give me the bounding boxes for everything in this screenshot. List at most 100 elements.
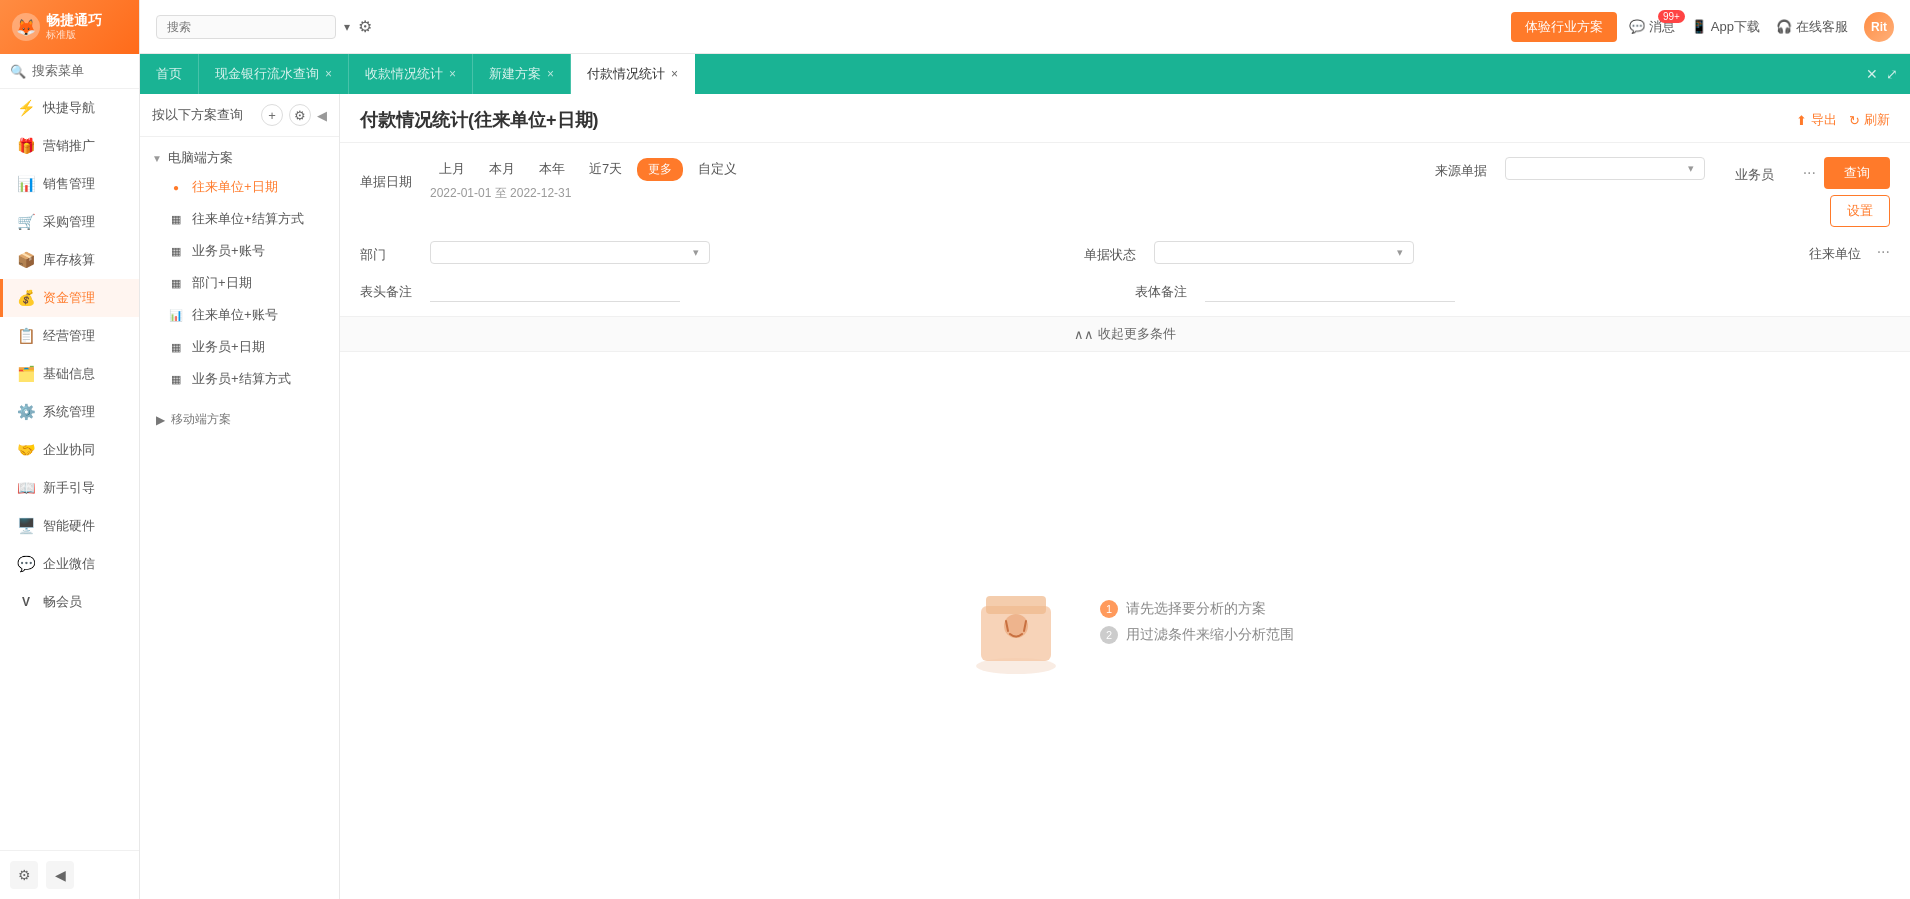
sidebar-item-guide[interactable]: 📖 新手引导 <box>0 469 139 507</box>
tab-home[interactable]: 首页 <box>140 54 199 94</box>
sidebar-collapse-icon[interactable]: ◀ <box>46 861 74 889</box>
refresh-button[interactable]: ↻ 刷新 <box>1849 111 1890 129</box>
scheme-panel: 按以下方案查询 + ⚙ ◀ ▼ 电脑端方案 ● 往来单位+日期 ▦ <box>140 94 340 899</box>
notifications-badge: 99+ <box>1658 10 1685 23</box>
date-btn-last-month[interactable]: 上月 <box>430 157 474 181</box>
user-avatar[interactable]: Rit <box>1864 12 1894 42</box>
sidebar-item-label: 畅会员 <box>43 593 82 611</box>
tab-payment[interactable]: 付款情况统计 × <box>571 54 695 94</box>
scheme-item-label: 业务员+账号 <box>192 242 265 260</box>
scheme-header-actions: + ⚙ ◀ <box>261 104 327 126</box>
tab-maximize-icon[interactable]: ⤢ <box>1886 66 1898 82</box>
header-gear-icon[interactable]: ⚙ <box>358 17 372 36</box>
sidebar-item-cooperation[interactable]: 🤝 企业协同 <box>0 431 139 469</box>
sidebar-settings-icon[interactable]: ⚙ <box>10 861 38 889</box>
scheme-item-staff-date[interactable]: ▦ 业务员+日期 <box>140 331 339 363</box>
desktop-group-title[interactable]: ▼ 电脑端方案 <box>140 145 339 171</box>
date-btn-this-year[interactable]: 本年 <box>530 157 574 181</box>
scheme-item-counterpart-settle[interactable]: ▦ 往来单位+结算方式 <box>140 203 339 235</box>
header-dropdown-arrow[interactable]: ▾ <box>344 20 350 34</box>
page-header: 付款情况统计(往来单位+日期) ⬆ 导出 ↻ 刷新 <box>340 94 1910 143</box>
tab-new-scheme[interactable]: 新建方案 × <box>473 54 571 94</box>
counterpart-ellipsis[interactable]: ··· <box>1877 243 1890 261</box>
tab-receipt[interactable]: 收款情况统计 × <box>349 54 473 94</box>
bank-tab-close[interactable]: × <box>325 67 332 81</box>
mobile-group-title[interactable]: ▶ 移动端方案 <box>140 407 339 432</box>
search-menu[interactable]: 🔍 搜索菜单 <box>0 54 139 89</box>
settings-button[interactable]: 设置 <box>1830 195 1890 227</box>
sidebar-item-hardware[interactable]: 🖥️ 智能硬件 <box>0 507 139 545</box>
sidebar-item-label: 新手引导 <box>43 479 95 497</box>
date-btn-more[interactable]: 更多 <box>637 158 683 181</box>
main-content: ▾ ⚙ 体验行业方案 💬 消息 99+ 📱 App下载 🎧 在线客服 Rit 首… <box>140 0 1910 899</box>
collapse-bar: ∧∧ 收起更多条件 <box>340 317 1910 352</box>
date-btn-7days[interactable]: 近7天 <box>580 157 631 181</box>
new-scheme-tab-label: 新建方案 <box>489 65 541 83</box>
cooperation-icon: 🤝 <box>17 441 35 459</box>
sidebar-item-basic[interactable]: 🗂️ 基础信息 <box>0 355 139 393</box>
sidebar-item-wechat[interactable]: 💬 企业微信 <box>0 545 139 583</box>
receipt-tab-label: 收款情况统计 <box>365 65 443 83</box>
sidebar-item-system[interactable]: ⚙️ 系统管理 <box>0 393 139 431</box>
voucher-status-select[interactable]: ▾ <box>1154 241 1414 264</box>
header-search-input[interactable] <box>156 15 336 39</box>
date-range-display: 2022-01-01 至 2022-12-31 <box>430 185 746 202</box>
scheme-item-dept-date[interactable]: ▦ 部门+日期 <box>140 267 339 299</box>
top-header: ▾ ⚙ 体验行业方案 💬 消息 99+ 📱 App下载 🎧 在线客服 Rit <box>140 0 1910 54</box>
scheme-item-staff-settle[interactable]: ▦ 业务员+结算方式 <box>140 363 339 395</box>
online-service-item[interactable]: 🎧 在线客服 <box>1776 18 1848 36</box>
scheme-add-button[interactable]: + <box>261 104 283 126</box>
scheme-collapse-button[interactable]: ◀ <box>317 108 327 123</box>
table-body-note-input[interactable] <box>1205 278 1455 302</box>
sidebar-item-label: 快捷导航 <box>43 99 95 117</box>
scheme-item-counterpart-date[interactable]: ● 往来单位+日期 <box>140 171 339 203</box>
empty-step-2: 2 用过滤条件来缩小分析范围 <box>1100 626 1294 644</box>
empty-illustration <box>956 576 1076 676</box>
sidebar-item-purchase[interactable]: 🛒 采购管理 <box>0 203 139 241</box>
sidebar-item-marketing[interactable]: 🎁 营销推广 <box>0 127 139 165</box>
receipt-tab-close[interactable]: × <box>449 67 456 81</box>
tab-close-all-icon[interactable]: ✕ <box>1866 66 1878 82</box>
sidebar-item-operations[interactable]: 📋 经营管理 <box>0 317 139 355</box>
sidebar-bottom: ⚙ ◀ <box>0 850 139 899</box>
header-breadcrumb: ▾ ⚙ <box>156 15 1499 39</box>
quicknav-icon: ⚡ <box>17 99 35 117</box>
scheme-settings-button[interactable]: ⚙ <box>289 104 311 126</box>
search-menu-label: 搜索菜单 <box>32 62 84 80</box>
content-area: 按以下方案查询 + ⚙ ◀ ▼ 电脑端方案 ● 往来单位+日期 ▦ <box>140 94 1910 899</box>
scheme-item-counterpart-account[interactable]: 📊 往来单位+账号 <box>140 299 339 331</box>
basic-icon: 🗂️ <box>17 365 35 383</box>
scheme-item-label: 往来单位+账号 <box>192 306 278 324</box>
tab-bar: 首页 现金银行流水查询 × 收款情况统计 × 新建方案 × 付款情况统计 × ✕… <box>140 54 1910 94</box>
sidebar-item-vip[interactable]: V 畅会员 <box>0 583 139 621</box>
export-button[interactable]: ⬆ 导出 <box>1796 111 1837 129</box>
notifications-item[interactable]: 💬 消息 99+ <box>1629 18 1675 36</box>
tab-bank[interactable]: 现金银行流水查询 × <box>199 54 349 94</box>
filter-row-1: 单据日期 上月 本月 本年 近7天 更多 自定义 2022-01-01 至 20… <box>360 157 1890 227</box>
filter-area: 单据日期 上月 本月 本年 近7天 更多 自定义 2022-01-01 至 20… <box>340 143 1910 317</box>
scheme-item-label: 往来单位+结算方式 <box>192 210 304 228</box>
query-button[interactable]: 查询 <box>1824 157 1890 189</box>
date-btn-custom[interactable]: 自定义 <box>689 157 746 181</box>
sidebar-item-inventory[interactable]: 📦 库存核算 <box>0 241 139 279</box>
source-select[interactable]: ▾ <box>1505 157 1705 180</box>
sidebar-item-funds[interactable]: 💰 资金管理 <box>0 279 139 317</box>
scheme-item-icon-4: ▦ <box>168 275 184 291</box>
date-btn-this-month[interactable]: 本月 <box>480 157 524 181</box>
table-head-note-group: 表头备注 <box>360 278 1115 302</box>
dept-select[interactable]: ▾ <box>430 241 710 264</box>
new-scheme-tab-close[interactable]: × <box>547 67 554 81</box>
collapse-more-button[interactable]: ∧∧ 收起更多条件 <box>1074 325 1176 343</box>
sidebar-item-sales[interactable]: 📊 销售管理 <box>0 165 139 203</box>
online-service-label: 在线客服 <box>1796 18 1848 36</box>
table-head-note-label: 表头备注 <box>360 279 420 301</box>
scheme-item-label: 业务员+结算方式 <box>192 370 291 388</box>
salesperson-ellipsis[interactable]: ··· <box>1803 164 1816 182</box>
trial-button[interactable]: 体验行业方案 <box>1511 12 1617 42</box>
scheme-item-staff-account[interactable]: ▦ 业务员+账号 <box>140 235 339 267</box>
payment-tab-close[interactable]: × <box>671 67 678 81</box>
sidebar-item-quicknav[interactable]: ⚡ 快捷导航 <box>0 89 139 127</box>
empty-step-2-label: 用过滤条件来缩小分析范围 <box>1126 626 1294 644</box>
app-download-item[interactable]: 📱 App下载 <box>1691 18 1760 36</box>
table-head-note-input[interactable] <box>430 278 680 302</box>
